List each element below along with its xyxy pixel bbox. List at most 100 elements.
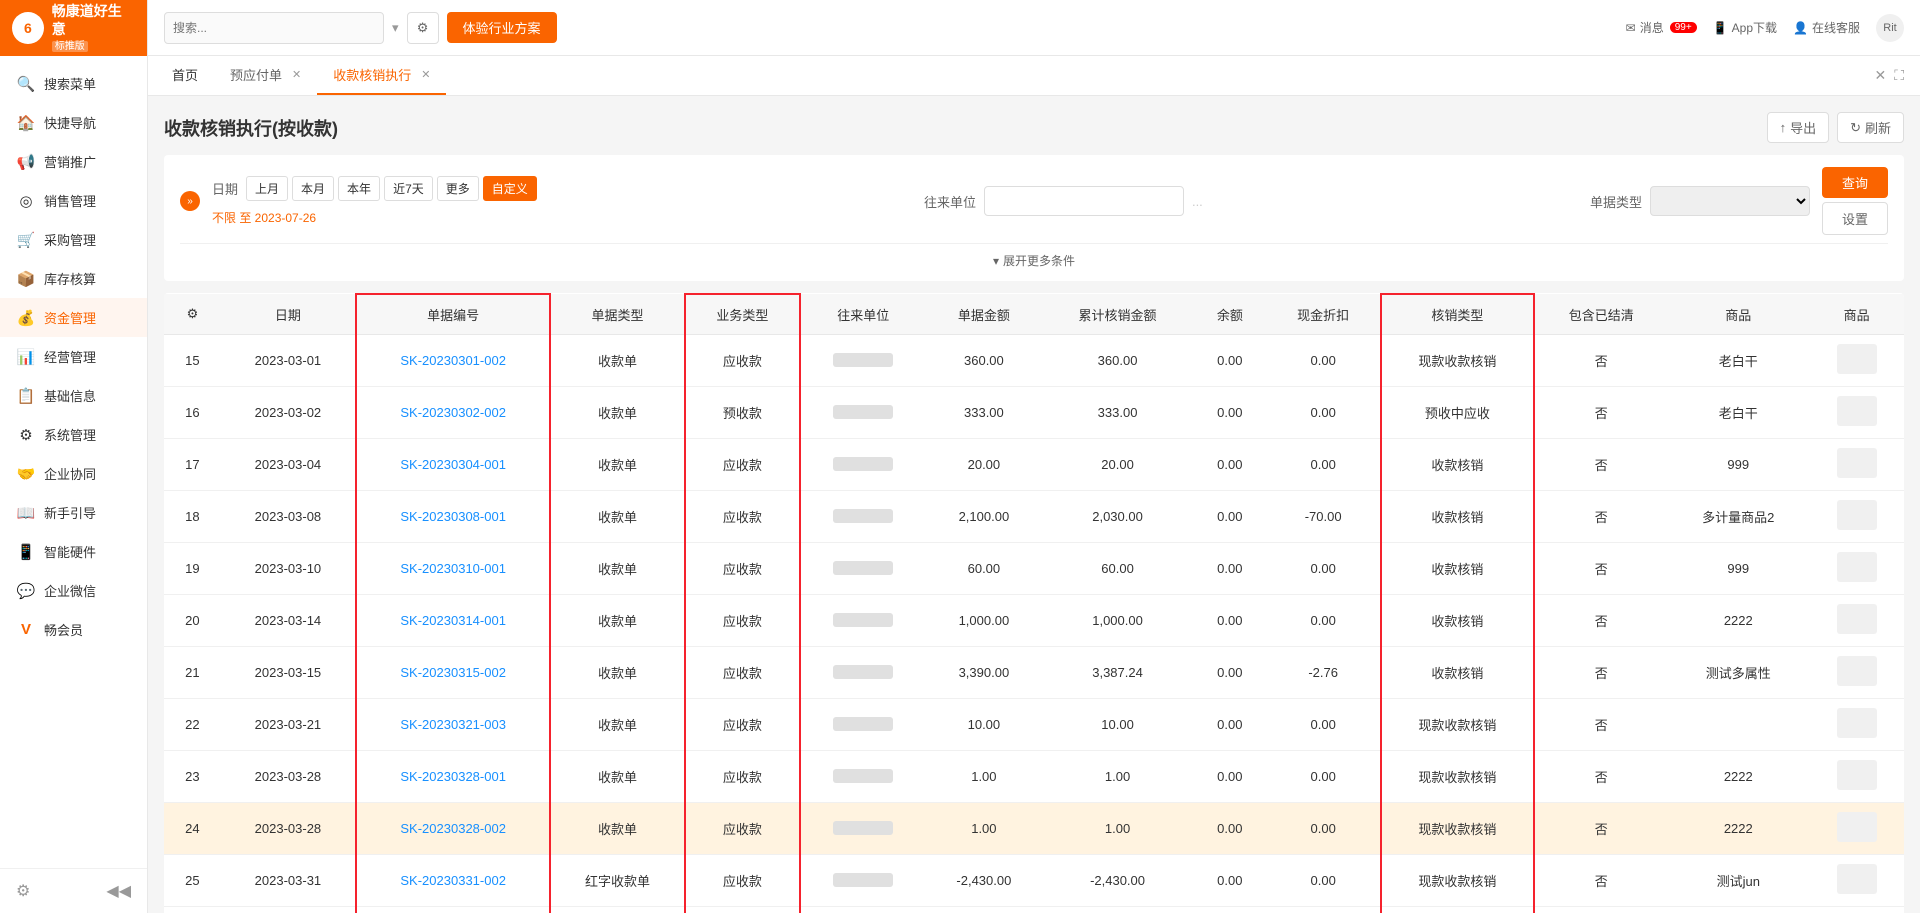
- td-bill-no[interactable]: SK-20230301-002: [356, 335, 550, 387]
- table-row[interactable]: 16 2023-03-02 SK-20230302-002 收款单 预收款 33…: [164, 387, 1904, 439]
- sidebar-item-search[interactable]: 🔍 搜索菜单: [0, 64, 147, 103]
- solution-btn[interactable]: 体验行业方案: [447, 12, 557, 43]
- bill-no-link[interactable]: SK-20230328-002: [400, 821, 506, 836]
- filter-date-more[interactable]: 更多: [437, 176, 479, 201]
- bill-no-link[interactable]: SK-20230301-002: [400, 353, 506, 368]
- th-include-settled[interactable]: 包含已结清: [1534, 294, 1667, 335]
- table-row[interactable]: 17 2023-03-04 SK-20230304-001 收款单 应收款 20…: [164, 439, 1904, 491]
- tab-collection-close[interactable]: ✕: [421, 68, 430, 81]
- sidebar-item-enterprise[interactable]: 🤝 企业协同: [0, 454, 147, 493]
- expand-more-btn[interactable]: ▾ 展开更多条件: [180, 243, 1888, 269]
- td-bill-no[interactable]: SK-20230302-002: [356, 387, 550, 439]
- th-biz-type[interactable]: 业务类型: [685, 294, 800, 335]
- td-no: 18: [164, 491, 221, 543]
- table-row[interactable]: 24 2023-03-28 SK-20230328-002 收款单 应收款 1.…: [164, 803, 1904, 855]
- th-amount[interactable]: 单据金额: [926, 294, 1043, 335]
- td-bill-no[interactable]: SK-20230314-001: [356, 595, 550, 647]
- tab-home[interactable]: 首页: [156, 56, 214, 95]
- filter-date-custom[interactable]: 自定义: [483, 176, 537, 201]
- table-row[interactable]: 25 2023-03-31 SK-20230331-002 红字收款单 应收款 …: [164, 855, 1904, 907]
- table-row[interactable]: 15 2023-03-01 SK-20230301-002 收款单 应收款 36…: [164, 335, 1904, 387]
- user-avatar[interactable]: Rit: [1876, 14, 1904, 42]
- td-bill-no[interactable]: SK-20230331-002: [356, 855, 550, 907]
- td-biz-type: 应收款: [685, 335, 800, 387]
- tab-prepay[interactable]: 预应付单 ✕: [214, 56, 317, 95]
- tab-expand[interactable]: ⛶: [1894, 67, 1904, 84]
- table-row[interactable]: 21 2023-03-15 SK-20230315-002 收款单 应收款 3,…: [164, 647, 1904, 699]
- filter-expand-btn[interactable]: »: [180, 191, 200, 211]
- table-row[interactable]: 26 2023-04-03 SK-20230403-002 收款单 预收款 20…: [164, 907, 1904, 913]
- td-bill-no[interactable]: SK-20230310-001: [356, 543, 550, 595]
- bill-no-link[interactable]: SK-20230321-003: [400, 717, 506, 732]
- th-cumulative[interactable]: 累计核销金额: [1042, 294, 1193, 335]
- bill-no-link[interactable]: SK-20230308-001: [400, 509, 506, 524]
- td-bill-no[interactable]: SK-20230328-001: [356, 751, 550, 803]
- td-bill-no[interactable]: SK-20230403-002: [356, 907, 550, 913]
- topbar-dropdown-arrow[interactable]: ▾: [392, 20, 399, 36]
- collapse-icon[interactable]: ◀◀: [106, 881, 131, 901]
- settings-icon[interactable]: ⚙: [16, 881, 30, 901]
- td-bill-no[interactable]: SK-20230308-001: [356, 491, 550, 543]
- sidebar-item-hardware[interactable]: 📱 智能硬件: [0, 532, 147, 571]
- tab-prepay-close[interactable]: ✕: [292, 68, 301, 81]
- th-verify-type[interactable]: 核销类型: [1381, 294, 1535, 335]
- filter-billtype-section: 单据类型: [1590, 186, 1810, 216]
- bill-no-link[interactable]: SK-20230304-001: [400, 457, 506, 472]
- th-balance[interactable]: 余额: [1193, 294, 1267, 335]
- sidebar-item-wechat[interactable]: 💬 企业微信: [0, 571, 147, 610]
- export-btn[interactable]: ↑ 导出: [1767, 112, 1830, 143]
- filter-toggle-icon[interactable]: »: [180, 191, 200, 211]
- table-row[interactable]: 19 2023-03-10 SK-20230310-001 收款单 应收款 60…: [164, 543, 1904, 595]
- bill-no-link[interactable]: SK-20230328-001: [400, 769, 506, 784]
- td-bill-no[interactable]: SK-20230315-002: [356, 647, 550, 699]
- bill-no-link[interactable]: SK-20230315-002: [400, 665, 506, 680]
- table-row[interactable]: 18 2023-03-08 SK-20230308-001 收款单 应收款 2,…: [164, 491, 1904, 543]
- tab-collection[interactable]: 收款核销执行 ✕: [317, 56, 446, 95]
- bill-no-link[interactable]: SK-20230310-001: [400, 561, 506, 576]
- table-row[interactable]: 23 2023-03-28 SK-20230328-001 收款单 应收款 1.…: [164, 751, 1904, 803]
- bill-no-link[interactable]: SK-20230302-002: [400, 405, 506, 420]
- bill-no-link[interactable]: SK-20230331-002: [400, 873, 506, 888]
- th-bill-type[interactable]: 单据类型: [550, 294, 684, 335]
- sidebar-item-finance[interactable]: 💰 资金管理: [0, 298, 147, 337]
- td-bill-no[interactable]: SK-20230328-002: [356, 803, 550, 855]
- filter-date-7days[interactable]: 近7天: [384, 176, 433, 201]
- refresh-btn[interactable]: ↻ 刷新: [1837, 112, 1904, 143]
- message-btn[interactable]: ✉ 消息 99+: [1626, 19, 1697, 36]
- td-bill-no[interactable]: SK-20230321-003: [356, 699, 550, 751]
- online-service-btn[interactable]: 👤 在线客服: [1793, 19, 1860, 36]
- sidebar-item-inventory[interactable]: 📦 库存核算: [0, 259, 147, 298]
- sidebar-item-purchase[interactable]: 🛒 采购管理: [0, 220, 147, 259]
- sidebar-item-guide[interactable]: 📖 新手引导: [0, 493, 147, 532]
- tab-close-all[interactable]: ✕: [1874, 67, 1886, 84]
- sidebar-item-quicknav[interactable]: 🏠 快捷导航: [0, 103, 147, 142]
- filter-date-lastmonth[interactable]: 上月: [246, 176, 288, 201]
- sidebar-item-basic[interactable]: 📋 基础信息: [0, 376, 147, 415]
- sidebar-item-sales[interactable]: ◎ 销售管理: [0, 181, 147, 220]
- th-date[interactable]: 日期: [221, 294, 356, 335]
- th-product[interactable]: 商品: [1667, 294, 1809, 335]
- app-download-btn[interactable]: 📱 App下载: [1713, 19, 1777, 36]
- filter-date-thismonth[interactable]: 本月: [292, 176, 334, 201]
- filter-billtype-select[interactable]: [1650, 186, 1810, 216]
- topbar-gear-btn[interactable]: ⚙: [407, 12, 439, 44]
- td-bill-no[interactable]: SK-20230304-001: [356, 439, 550, 491]
- td-partner: [800, 803, 926, 855]
- th-settings[interactable]: ⚙: [164, 294, 221, 335]
- filter-date-thisyear[interactable]: 本年: [338, 176, 380, 201]
- th-partner[interactable]: 往来单位: [800, 294, 926, 335]
- sidebar-item-vip[interactable]: V 畅会员: [0, 610, 147, 649]
- sidebar-item-marketing[interactable]: 📢 营销推广: [0, 142, 147, 181]
- filter-partner-input[interactable]: [984, 186, 1184, 216]
- bill-no-link[interactable]: SK-20230314-001: [400, 613, 506, 628]
- table-row[interactable]: 20 2023-03-14 SK-20230314-001 收款单 应收款 1,…: [164, 595, 1904, 647]
- settings-btn[interactable]: 设置: [1822, 202, 1888, 235]
- th-discount[interactable]: 现金折扣: [1267, 294, 1381, 335]
- th-product2[interactable]: 商品: [1809, 294, 1904, 335]
- sidebar-item-operations[interactable]: 📊 经营管理: [0, 337, 147, 376]
- sidebar-item-system[interactable]: ⚙ 系统管理: [0, 415, 147, 454]
- topbar-search-input[interactable]: [164, 12, 384, 44]
- query-btn[interactable]: 查询: [1822, 167, 1888, 198]
- th-bill-no[interactable]: 单据编号: [356, 294, 550, 335]
- table-row[interactable]: 22 2023-03-21 SK-20230321-003 收款单 应收款 10…: [164, 699, 1904, 751]
